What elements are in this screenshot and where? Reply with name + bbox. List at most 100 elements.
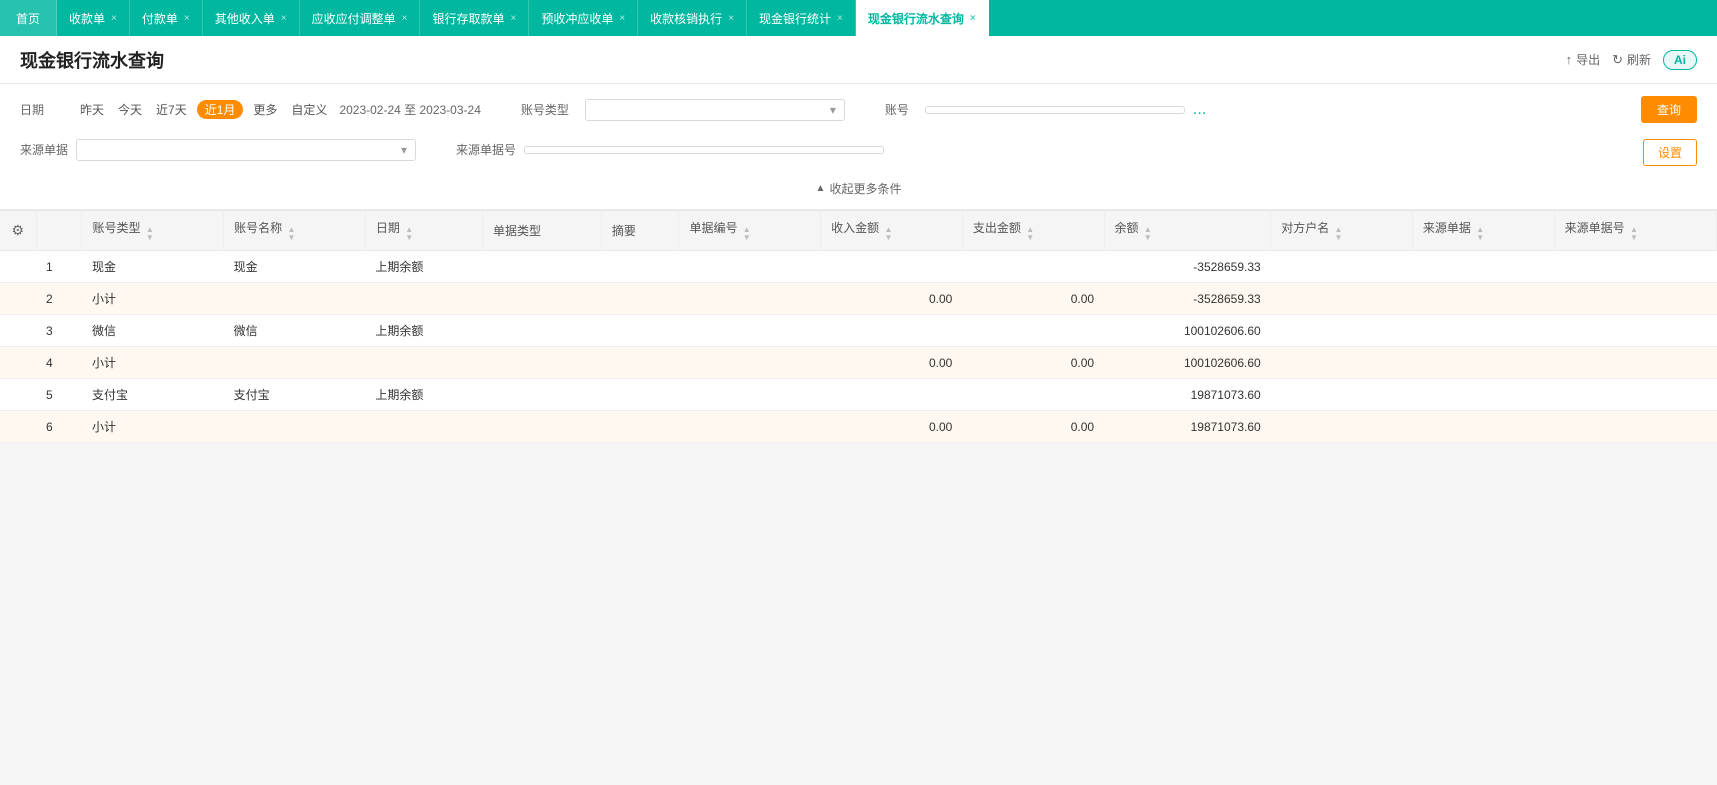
cell-account_name — [224, 347, 366, 379]
row-gear-cell — [0, 315, 36, 347]
date-option-5[interactable]: 自定义 — [287, 100, 331, 119]
row-gear-cell — [0, 347, 36, 379]
th-source_doc[interactable]: 来源单据 ▲▼ — [1412, 211, 1554, 251]
account-type-select[interactable]: ▾ — [585, 99, 845, 121]
sort-icon-balance: ▲▼ — [1144, 226, 1152, 242]
gear-icon[interactable]: ⚙ — [11, 222, 24, 238]
chevron-down-icon2: ▾ — [401, 143, 407, 157]
nav-tab-2[interactable]: 其他收入单× — [203, 0, 300, 36]
dots-icon[interactable]: ... — [1193, 101, 1206, 119]
source-doc-select[interactable]: ▾ — [76, 139, 416, 161]
th-balance[interactable]: 余额 ▲▼ — [1104, 211, 1271, 251]
th-source_doc_no[interactable]: 来源单据号 ▲▼ — [1554, 211, 1716, 251]
cell-balance: -3528659.33 — [1104, 283, 1271, 315]
table-row: 1现金现金上期余额-3528659.33 — [0, 251, 1717, 283]
date-option-3[interactable]: 近1月 — [197, 100, 244, 119]
th-account_name[interactable]: 账号名称 ▲▼ — [224, 211, 366, 251]
collapse-up-icon: ▲ — [816, 183, 826, 194]
close-tab-icon-7[interactable]: × — [837, 13, 843, 24]
account-input[interactable] — [925, 106, 1185, 114]
close-tab-icon-0[interactable]: × — [111, 13, 117, 24]
cell-expense: 0.00 — [962, 411, 1104, 443]
source-doc-no-input[interactable] — [524, 146, 884, 154]
row-no: 1 — [36, 251, 82, 283]
th-income[interactable]: 收入金额 ▲▼ — [821, 211, 963, 251]
date-option-1[interactable]: 今天 — [114, 100, 146, 119]
nav-tab-1[interactable]: 付款单× — [130, 0, 203, 36]
export-button[interactable]: ↑ 导出 — [1566, 51, 1601, 68]
cell-expense: 0.00 — [962, 347, 1104, 379]
cell-account_name: 支付宝 — [224, 379, 366, 411]
cell-expense: 0.00 — [962, 283, 1104, 315]
sort-icon-account_type: ▲▼ — [146, 226, 154, 242]
sort-icon-expense: ▲▼ — [1026, 226, 1034, 242]
th-counterparty[interactable]: 对方户名 ▲▼ — [1271, 211, 1413, 251]
close-tab-icon-1[interactable]: × — [184, 13, 190, 24]
nav-tab-6[interactable]: 收款核销执行× — [638, 0, 747, 36]
date-option-4[interactable]: 更多 — [249, 100, 281, 119]
cell-account_type: 支付宝 — [82, 379, 224, 411]
cell-income: 0.00 — [821, 283, 963, 315]
collapse-bar[interactable]: ▲ 收起更多条件 — [20, 176, 1697, 197]
source-doc-no-section: 来源单据号 — [456, 141, 884, 158]
th-expense[interactable]: 支出金额 ▲▼ — [962, 211, 1104, 251]
nav-tab-8[interactable]: 现金银行流水查询× — [856, 0, 989, 36]
cell-source_doc — [1412, 283, 1554, 315]
th-account_type[interactable]: 账号类型 ▲▼ — [82, 211, 224, 251]
cell-date — [365, 283, 482, 315]
filter-buttons: 查询 — [1629, 96, 1697, 123]
filter-row-source: 来源单据 ▾ 来源单据号 设置 — [20, 133, 1697, 166]
settings-button[interactable]: 设置 — [1643, 139, 1697, 166]
cell-summary — [601, 251, 679, 283]
cell-date — [365, 347, 482, 379]
cell-counterparty — [1271, 283, 1413, 315]
nav-tab-3[interactable]: 应收应付调整单× — [300, 0, 421, 36]
nav-home[interactable]: 首页 — [0, 0, 57, 36]
date-option-2[interactable]: 近7天 — [152, 100, 191, 119]
nav-tab-0[interactable]: 收款单× — [57, 0, 130, 36]
date-options: 昨天今天近7天近1月更多自定义 — [76, 100, 331, 119]
th-no — [36, 211, 82, 251]
cell-doc_type — [483, 283, 602, 315]
cell-income: 0.00 — [821, 411, 963, 443]
account-label: 账号 — [885, 101, 917, 118]
cash-bank-flow-table: ⚙账号类型 ▲▼账号名称 ▲▼日期 ▲▼单据类型摘要单据编号 ▲▼收入金额 ▲▼… — [0, 210, 1717, 443]
chevron-down-icon: ▾ — [830, 103, 836, 117]
cell-source_doc — [1412, 347, 1554, 379]
cell-account_name — [224, 411, 366, 443]
close-tab-icon-2[interactable]: × — [281, 13, 287, 24]
cell-income — [821, 315, 963, 347]
cell-date: 上期余额 — [365, 315, 482, 347]
th-date[interactable]: 日期 ▲▼ — [365, 211, 482, 251]
refresh-button[interactable]: ↻ 刷新 — [1612, 51, 1651, 68]
close-tab-icon-6[interactable]: × — [728, 13, 734, 24]
cell-income — [821, 379, 963, 411]
sort-icon-doc_no: ▲▼ — [743, 226, 751, 242]
row-no: 4 — [36, 347, 82, 379]
cell-balance: 19871073.60 — [1104, 411, 1271, 443]
close-tab-icon-4[interactable]: × — [510, 13, 516, 24]
close-tab-icon-5[interactable]: × — [619, 13, 625, 24]
query-button[interactable]: 查询 — [1641, 96, 1697, 123]
cell-counterparty — [1271, 411, 1413, 443]
cell-summary — [601, 379, 679, 411]
date-option-0[interactable]: 昨天 — [76, 100, 108, 119]
cell-summary — [601, 283, 679, 315]
ai-button[interactable]: Ai — [1663, 50, 1697, 70]
nav-tab-5[interactable]: 预收冲应收单× — [529, 0, 638, 36]
cell-date: 上期余额 — [365, 251, 482, 283]
collapse-label: 收起更多条件 — [829, 180, 901, 197]
th-doc_no[interactable]: 单据编号 ▲▼ — [679, 211, 821, 251]
cell-source_doc — [1412, 411, 1554, 443]
cell-counterparty — [1271, 251, 1413, 283]
table-row: 5支付宝支付宝上期余额19871073.60 — [0, 379, 1717, 411]
nav-tab-7[interactable]: 现金银行统计× — [747, 0, 856, 36]
sort-icon-counterparty: ▲▼ — [1335, 226, 1343, 242]
nav-tab-4[interactable]: 银行存取款单× — [420, 0, 529, 36]
close-tab-icon-3[interactable]: × — [402, 13, 408, 24]
close-tab-icon-8[interactable]: × — [970, 13, 976, 24]
cell-account_name: 现金 — [224, 251, 366, 283]
table-header: ⚙账号类型 ▲▼账号名称 ▲▼日期 ▲▼单据类型摘要单据编号 ▲▼收入金额 ▲▼… — [0, 211, 1717, 251]
cell-doc_type — [483, 315, 602, 347]
cell-source_doc — [1412, 251, 1554, 283]
